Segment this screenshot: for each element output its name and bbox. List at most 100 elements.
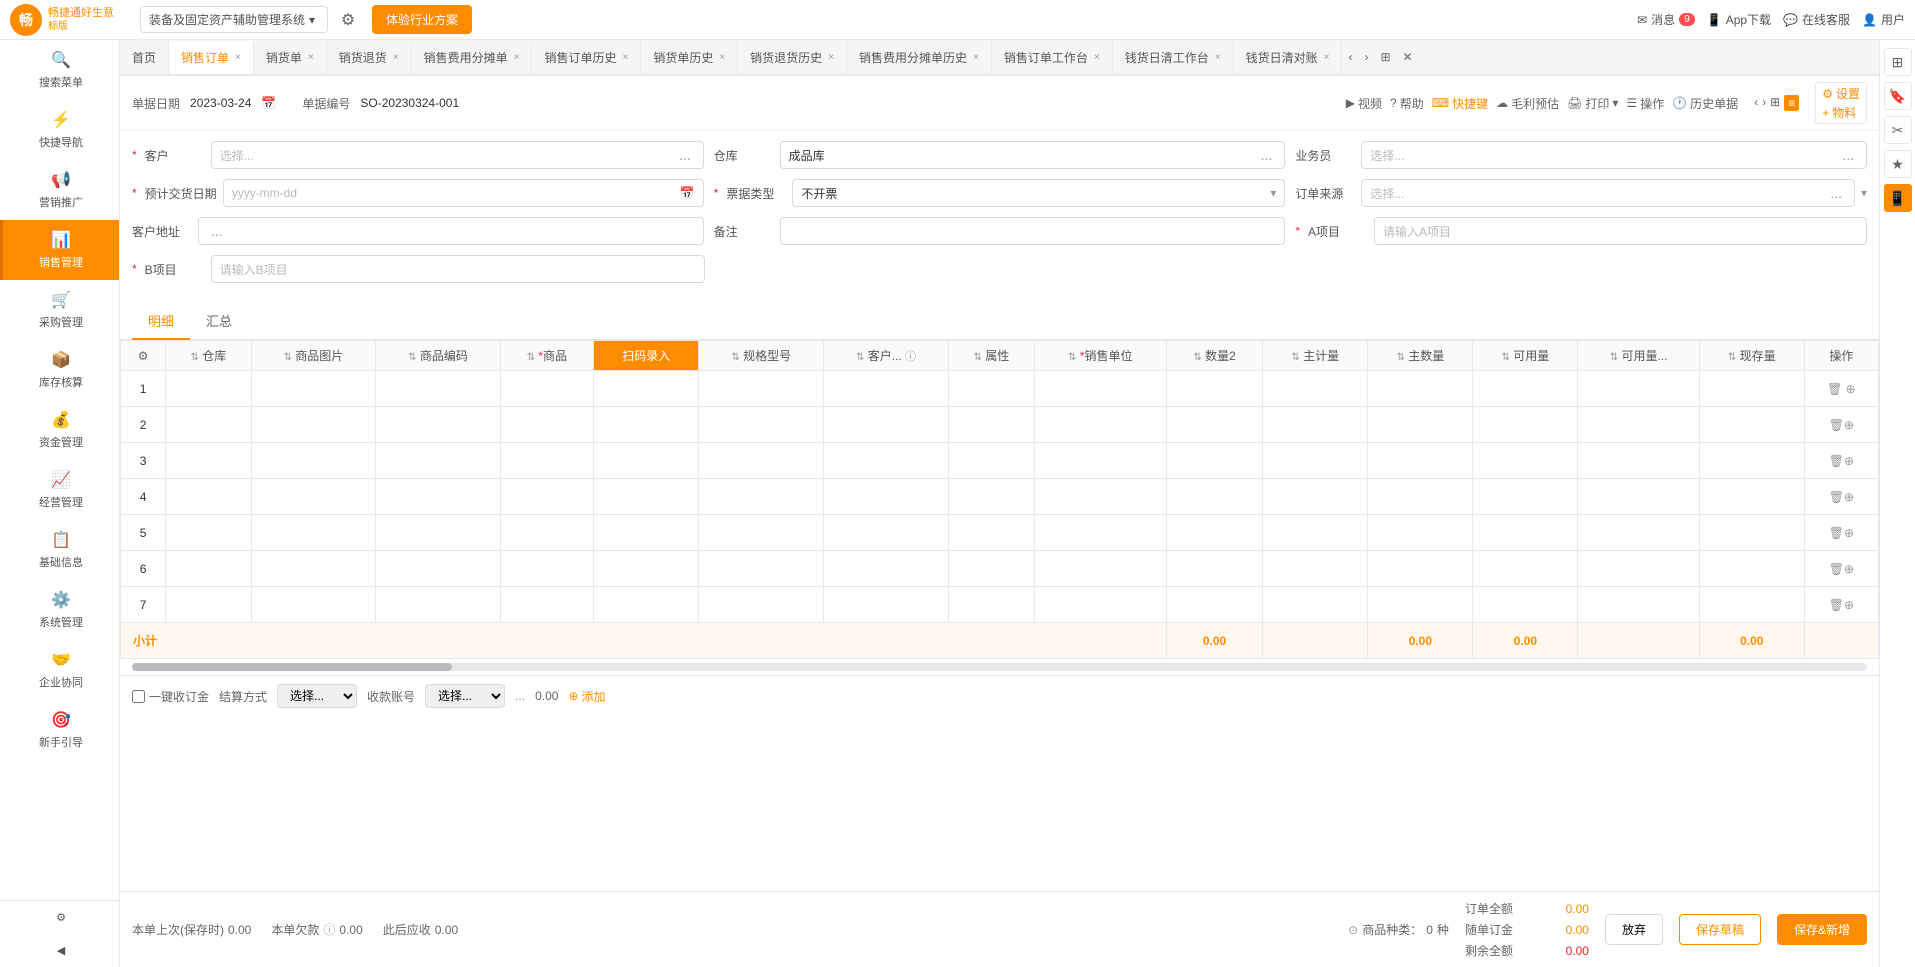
tab-home[interactable]: 首页 — [120, 41, 169, 74]
cell-attr-4[interactable] — [949, 479, 1035, 515]
cell-qty2-1[interactable] — [1166, 371, 1262, 407]
cell-main-unit-2[interactable] — [1263, 407, 1368, 443]
right-btn-3[interactable]: ✂ — [1884, 116, 1912, 144]
info-icon-debt[interactable]: ⓘ — [323, 921, 335, 938]
cell-unit-5[interactable] — [1034, 515, 1166, 551]
warehouse-input[interactable]: 成品库 ... — [780, 141, 1286, 169]
cell-op-4[interactable]: 🗑⊕ — [1804, 479, 1878, 515]
add-material-button[interactable]: + 物料 — [1822, 104, 1860, 121]
delete-icon-6[interactable]: 🗑 — [1829, 562, 1844, 576]
col-settings-icon[interactable]: ⚙ — [138, 349, 149, 363]
invoice-type-select[interactable]: 不开票 ▾ — [792, 179, 1285, 207]
tab-sales-return-history-close[interactable]: × — [719, 52, 725, 63]
cell-image-6[interactable] — [251, 551, 376, 587]
cell-attr-5[interactable] — [949, 515, 1035, 551]
sort-icon-main-qty[interactable]: ⇅ — [1396, 352, 1404, 363]
save-new-button[interactable]: 保存&新增 — [1777, 914, 1867, 945]
cell-attr-7[interactable] — [949, 587, 1035, 623]
cell-qty2-2[interactable] — [1166, 407, 1262, 443]
tab-sales-order-workbench[interactable]: 销售订单工作台 × — [992, 41, 1113, 74]
cell-warehouse-3[interactable] — [166, 443, 252, 479]
sort-icon-spec[interactable]: ⇅ — [731, 352, 739, 363]
right-btn-4[interactable]: ★ — [1884, 150, 1912, 178]
sidebar-item-finance[interactable]: 💰 资金管理 — [0, 400, 119, 460]
cell-spec-2[interactable] — [699, 407, 824, 443]
sort-icon-product[interactable]: ⇅ — [527, 352, 535, 363]
grid-view-icon[interactable]: ⊞ — [1770, 95, 1780, 111]
sidebar-item-purchase[interactable]: 🛒 采购管理 — [0, 280, 119, 340]
online-service-item[interactable]: 💬 在线客服 — [1783, 11, 1850, 28]
cell-qty2-6[interactable] — [1166, 551, 1262, 587]
cell-scan-2[interactable] — [593, 407, 699, 443]
cell-avail2-2[interactable] — [1578, 407, 1699, 443]
cell-main-unit-3[interactable] — [1263, 443, 1368, 479]
cell-product-6[interactable] — [500, 551, 593, 587]
cell-image-2[interactable] — [251, 407, 376, 443]
cell-scan-3[interactable] — [593, 443, 699, 479]
cell-avail-2[interactable] — [1473, 407, 1578, 443]
cell-avail-1[interactable] — [1473, 371, 1578, 407]
cell-product-3[interactable] — [500, 443, 593, 479]
bank-account-select[interactable]: 选择... — [425, 684, 505, 708]
customer-more-btn[interactable]: ... — [675, 147, 695, 163]
cell-spec-1[interactable] — [699, 371, 824, 407]
project-b-input[interactable]: 请输入B项目 — [211, 255, 705, 283]
cell-stock-1[interactable] — [1699, 371, 1804, 407]
tab-sales-refund-history[interactable]: 销货退货历史 × — [738, 41, 847, 74]
sort-icon-unit[interactable]: ⇅ — [1068, 352, 1076, 363]
tab-close-all[interactable]: ✕ — [1397, 42, 1419, 72]
cell-main-unit-7[interactable] — [1263, 587, 1368, 623]
cell-avail-7[interactable] — [1473, 587, 1578, 623]
col-settings[interactable]: ⚙ — [121, 341, 166, 371]
history-button[interactable]: 🕐 历史单据 — [1672, 95, 1738, 112]
cell-main-unit-5[interactable] — [1263, 515, 1368, 551]
dots-icon[interactable]: ... — [515, 689, 525, 703]
cell-product-5[interactable] — [500, 515, 593, 551]
cell-stock-6[interactable] — [1699, 551, 1804, 587]
cell-stock-7[interactable] — [1699, 587, 1804, 623]
cell-avail2-4[interactable] — [1578, 479, 1699, 515]
cell-warehouse-5[interactable] — [166, 515, 252, 551]
cell-image-5[interactable] — [251, 515, 376, 551]
tab-sales-refund[interactable]: 销货退货 × — [327, 41, 412, 74]
cell-product-4[interactable] — [500, 479, 593, 515]
cell-customer-4[interactable] — [824, 479, 949, 515]
cell-product-1[interactable] — [500, 371, 593, 407]
scroll-thumb[interactable] — [132, 663, 452, 671]
user-item[interactable]: 👤 用户 — [1862, 11, 1905, 28]
cell-main-qty-2[interactable] — [1368, 407, 1473, 443]
app-download-item[interactable]: 📱 App下载 — [1707, 11, 1771, 28]
quick-settle-checkbox[interactable] — [132, 690, 145, 703]
tab-sales-order-history-close[interactable]: × — [622, 52, 628, 63]
cell-code-2[interactable] — [376, 407, 501, 443]
tab-cash-clear-account[interactable]: 钱货日清对账 × — [1234, 41, 1343, 74]
tab-sales-refund-close[interactable]: × — [393, 52, 399, 63]
cell-warehouse-2[interactable] — [166, 407, 252, 443]
cell-main-qty-4[interactable] — [1368, 479, 1473, 515]
discard-button[interactable]: 放弃 — [1605, 914, 1663, 945]
save-draft-button[interactable]: 保存草稿 — [1679, 914, 1761, 945]
copy-icon-3[interactable]: ⊕ — [1844, 454, 1854, 468]
cell-op-5[interactable]: 🗑⊕ — [1804, 515, 1878, 551]
cell-main-qty-3[interactable] — [1368, 443, 1473, 479]
cell-code-5[interactable] — [376, 515, 501, 551]
cell-op-6[interactable]: 🗑⊕ — [1804, 551, 1878, 587]
cell-customer-7[interactable] — [824, 587, 949, 623]
cell-spec-7[interactable] — [699, 587, 824, 623]
sort-icon-code[interactable]: ⇅ — [408, 352, 416, 363]
order-source-more-btn[interactable]: ... — [1826, 185, 1846, 201]
remarks-input[interactable] — [780, 217, 1286, 245]
cell-attr-2[interactable] — [949, 407, 1035, 443]
tab-cash-clear-workbench-close[interactable]: × — [1215, 52, 1221, 63]
customer-address-input[interactable]: ... — [198, 217, 704, 245]
cell-attr-3[interactable] — [949, 443, 1035, 479]
cell-unit-3[interactable] — [1034, 443, 1166, 479]
cell-main-unit-4[interactable] — [1263, 479, 1368, 515]
tab-sales-order-history[interactable]: 销售订单历史 × — [532, 41, 641, 74]
cell-main-unit-1[interactable] — [1263, 371, 1368, 407]
cell-spec-5[interactable] — [699, 515, 824, 551]
tab-sales-return-history[interactable]: 销货单历史 × — [641, 41, 738, 74]
cell-qty2-3[interactable] — [1166, 443, 1262, 479]
delete-icon-5[interactable]: 🗑 — [1829, 526, 1844, 540]
sidebar-item-system[interactable]: ⚙️ 系统管理 — [0, 580, 119, 640]
